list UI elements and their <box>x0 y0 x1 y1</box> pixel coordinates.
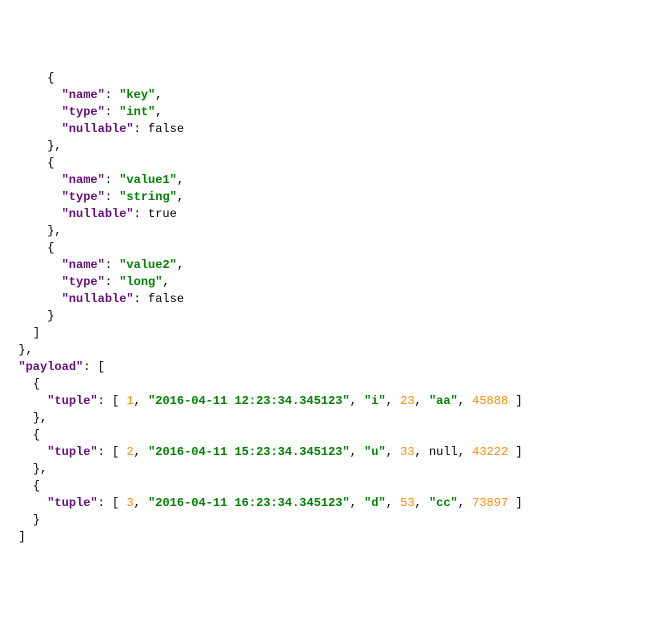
json-number: 45888 <box>472 394 508 408</box>
json-number: 53 <box>400 496 414 510</box>
json-string: "2016-04-11 12:23:34.345123" <box>148 394 350 408</box>
json-string: "cc" <box>429 496 458 510</box>
json-number: 3 <box>126 496 133 510</box>
json-string: "u" <box>364 445 386 459</box>
json-literal: false <box>148 122 184 136</box>
json-code-block: { "name": "key", "type": "int", "nullabl… <box>4 70 642 546</box>
json-string: "key" <box>119 88 155 102</box>
json-literal: true <box>148 207 177 221</box>
json-key-tuple: "tuple" <box>47 445 97 459</box>
json-key-tuple: "tuple" <box>47 394 97 408</box>
json-string: "long" <box>119 275 162 289</box>
json-number: 73897 <box>472 496 508 510</box>
json-key-name: "name" <box>62 88 105 102</box>
json-literal: null <box>429 445 458 459</box>
json-key-name: "name" <box>62 173 105 187</box>
json-string: "2016-04-11 16:23:34.345123" <box>148 496 350 510</box>
json-key-nullable: "nullable" <box>62 122 134 136</box>
json-number: 43222 <box>472 445 508 459</box>
json-number: 1 <box>126 394 133 408</box>
json-string: "aa" <box>429 394 458 408</box>
json-number: 33 <box>400 445 414 459</box>
json-string: "string" <box>119 190 177 204</box>
json-string: "int" <box>119 105 155 119</box>
json-key-nullable: "nullable" <box>62 207 134 221</box>
json-key-type: "type" <box>62 275 105 289</box>
json-string: "2016-04-11 15:23:34.345123" <box>148 445 350 459</box>
json-key-type: "type" <box>62 190 105 204</box>
json-key-tuple: "tuple" <box>47 496 97 510</box>
json-key-payload: "payload" <box>18 360 83 374</box>
json-string: "value2" <box>119 258 177 272</box>
json-number: 23 <box>400 394 414 408</box>
json-number: 2 <box>126 445 133 459</box>
json-string: "value1" <box>119 173 177 187</box>
json-key-nullable: "nullable" <box>62 292 134 306</box>
json-literal: false <box>148 292 184 306</box>
json-string: "d" <box>364 496 386 510</box>
json-string: "i" <box>364 394 386 408</box>
json-key-type: "type" <box>62 105 105 119</box>
json-key-name: "name" <box>62 258 105 272</box>
